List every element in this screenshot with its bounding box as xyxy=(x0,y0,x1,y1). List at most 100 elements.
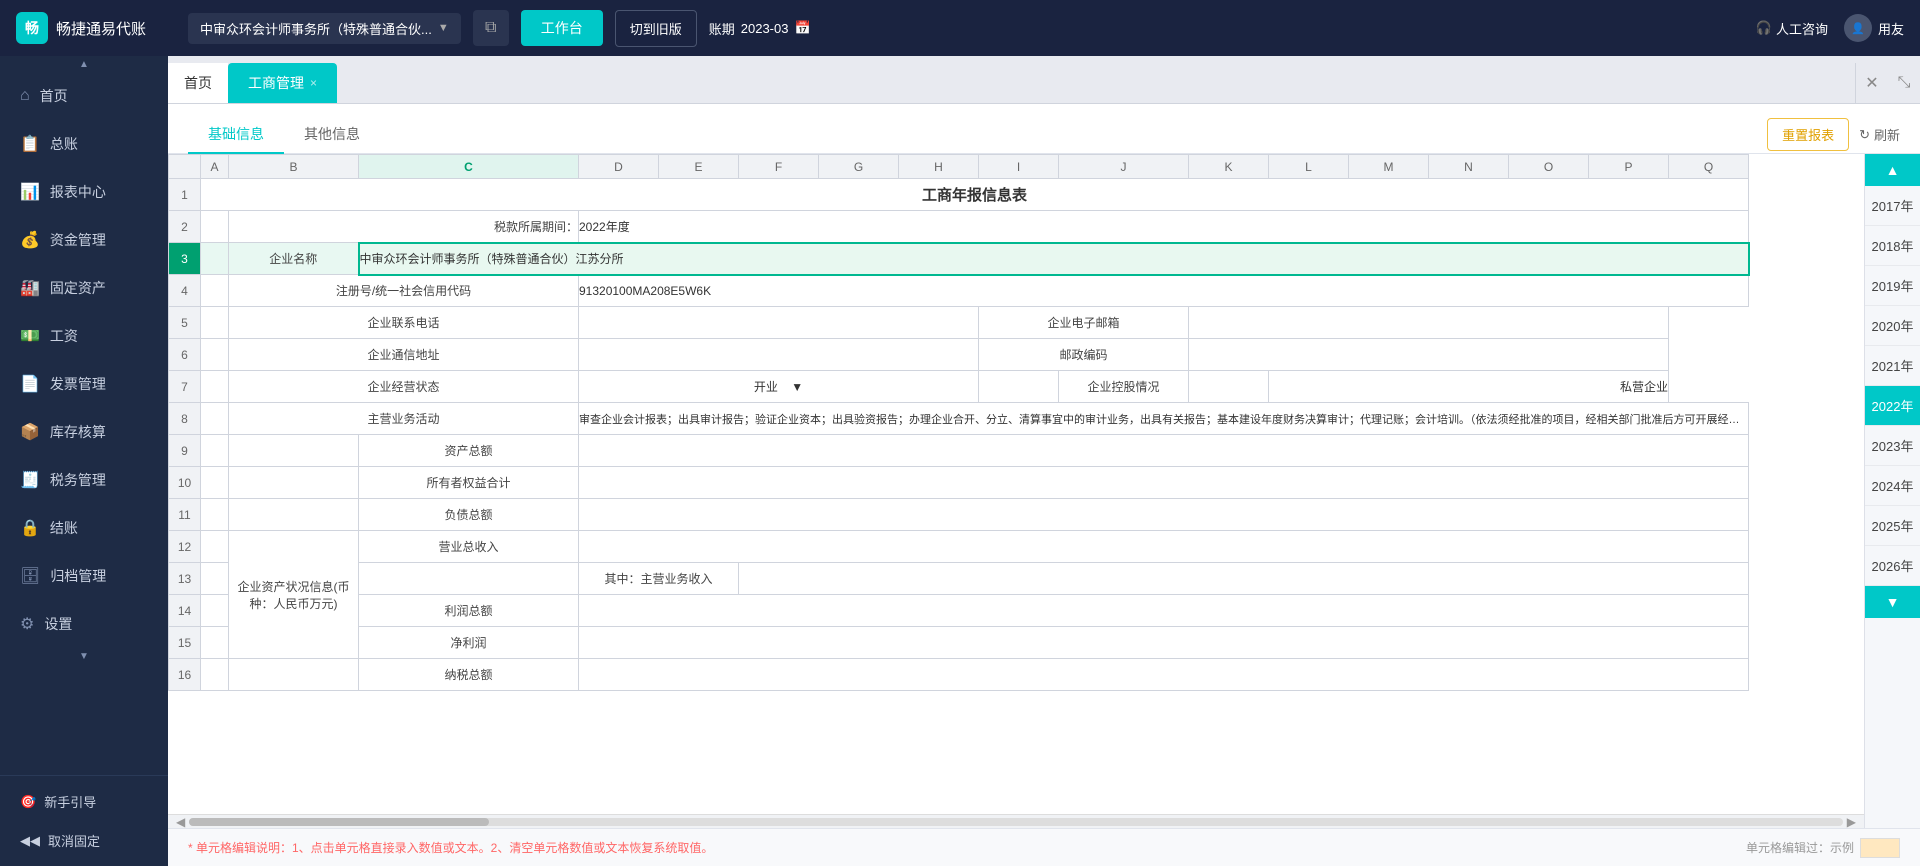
year-scroll-up-button[interactable]: ▲ xyxy=(1865,154,1920,186)
cell-7-c[interactable]: 开业 ▼ xyxy=(579,371,979,403)
cell-2-a[interactable] xyxy=(201,211,229,243)
sidebar-item-unpin[interactable]: ◀◀ 取消固定 xyxy=(20,825,148,856)
tab-gongshang[interactable]: 工商管理 × xyxy=(228,63,337,103)
cell-5-a[interactable] xyxy=(201,307,229,339)
scroll-left-icon[interactable]: ◀ xyxy=(172,815,189,829)
col-header-c[interactable]: C xyxy=(359,155,579,179)
cell-8-c[interactable]: 审查企业会计报表；出具审计报告；验证企业资本；出具验资报告；办理企业合开、分立、… xyxy=(579,403,1749,435)
avatar: 👤 xyxy=(1844,14,1872,42)
cell-14-d[interactable] xyxy=(579,595,1749,627)
cell-14-a[interactable] xyxy=(201,595,229,627)
refresh-button[interactable]: ↻ 刷新 xyxy=(1859,125,1900,144)
cell-7-l[interactable]: 私营企业 xyxy=(1269,371,1669,403)
company-selector[interactable]: 中审众环会计师事务所（特殊普通合伙... ▼ xyxy=(188,13,461,44)
year-item-2024[interactable]: 2024年 xyxy=(1865,466,1920,506)
sidebar-item-inventory[interactable]: 📦 库存核算 xyxy=(0,408,168,456)
cell-2-c[interactable]: 2022年度 xyxy=(579,211,1749,243)
cell-12-b: 企业资产状况信息(币种：人民币万元) xyxy=(229,531,359,659)
tab-home[interactable]: 首页 xyxy=(168,63,228,103)
cell-9-b xyxy=(229,435,359,467)
cell-13-a[interactable] xyxy=(201,563,229,595)
sidebar-item-finance[interactable]: 💰 资金管理 xyxy=(0,216,168,264)
service-button[interactable]: 🎧 人工咨询 xyxy=(1756,19,1828,38)
topbar-right: 🎧 人工咨询 👤 用友 xyxy=(1756,14,1904,42)
cell-12-a[interactable] xyxy=(201,531,229,563)
sidebar-item-report[interactable]: 📊 报表中心 xyxy=(0,168,168,216)
cell-15-d[interactable] xyxy=(579,627,1749,659)
cell-11-d[interactable] xyxy=(579,499,1749,531)
cell-5-c[interactable] xyxy=(579,307,979,339)
horizontal-scrollbar[interactable]: ◀ ▶ xyxy=(168,814,1864,828)
scroll-track[interactable] xyxy=(189,818,1843,826)
cell-1-title[interactable]: 工商年报信息表 xyxy=(201,179,1749,211)
cell-12-d[interactable] xyxy=(579,531,1749,563)
col-header-e: E xyxy=(659,155,739,179)
sidebar-item-archive[interactable]: 🗄 归档管理 xyxy=(0,552,168,600)
cell-16-a[interactable] xyxy=(201,659,229,691)
cell-7-a[interactable] xyxy=(201,371,229,403)
year-item-2026[interactable]: 2026年 xyxy=(1865,546,1920,586)
col-header-l: L xyxy=(1269,155,1349,179)
sidebar-item-assets[interactable]: 🏭 固定资产 xyxy=(0,264,168,312)
table-row: 10 所有者权益合计 xyxy=(169,467,1829,499)
window-close-button[interactable]: ✕ xyxy=(1856,67,1888,99)
cell-4-a[interactable] xyxy=(201,275,229,307)
tab-basic-info[interactable]: 基础信息 xyxy=(188,116,284,154)
tab-other-info[interactable]: 其他信息 xyxy=(284,116,380,154)
window-expand-button[interactable]: ⤡ xyxy=(1888,67,1920,99)
year-item-2017[interactable]: 2017年 xyxy=(1865,186,1920,226)
sidebar-item-settings[interactable]: ⚙ 设置 xyxy=(0,600,168,648)
cell-5-k[interactable] xyxy=(1189,307,1669,339)
sidebar-item-salary[interactable]: 💵 工资 xyxy=(0,312,168,360)
tab-close-icon[interactable]: × xyxy=(310,76,317,90)
cell-8-a[interactable] xyxy=(201,403,229,435)
cell-16-d[interactable] xyxy=(579,659,1749,691)
sidebar-item-guide[interactable]: 🎯 新手引导 xyxy=(20,786,148,817)
year-item-2025[interactable]: 2025年 xyxy=(1865,506,1920,546)
calendar-icon[interactable]: 📅 xyxy=(794,20,810,36)
unpin-icon: ◀◀ xyxy=(20,833,40,849)
cell-3-a[interactable] xyxy=(201,243,229,275)
sidebar-scroll: ▲ ⌂ 首页 📋 总账 📊 报表中心 💰 资金管理 🏭 固定资产 xyxy=(0,56,168,775)
spreadsheet-main[interactable]: A B C D E F G H I J xyxy=(168,154,1864,814)
year-item-2019[interactable]: 2019年 xyxy=(1865,266,1920,306)
cell-13-f[interactable] xyxy=(739,563,1749,595)
chevron-down-icon: ▼ xyxy=(1886,594,1900,610)
topbar: 畅 畅捷通易代账 中审众环会计师事务所（特殊普通合伙... ▼ ⧉ 工作台 切到… xyxy=(0,0,1920,56)
sidebar-scroll-up-icon[interactable]: ▲ xyxy=(79,59,89,70)
year-item-2018[interactable]: 2018年 xyxy=(1865,226,1920,266)
cell-6-a[interactable] xyxy=(201,339,229,371)
cell-11-a[interactable] xyxy=(201,499,229,531)
cell-9-a[interactable] xyxy=(201,435,229,467)
sidebar-item-invoice[interactable]: 📄 发票管理 xyxy=(0,360,168,408)
row-num-12: 12 xyxy=(169,531,201,563)
status-bar: * 单元格编辑说明：1、点击单元格直接录入数值或文本。2、清空单元格数值或文本恢… xyxy=(168,828,1920,866)
sidebar-item-home[interactable]: ⌂ 首页 xyxy=(0,72,168,120)
reset-report-button[interactable]: 重置报表 xyxy=(1767,118,1849,151)
scroll-thumb[interactable] xyxy=(189,818,489,826)
user-area[interactable]: 👤 用友 xyxy=(1844,14,1904,42)
old-version-button[interactable]: 切到旧版 xyxy=(615,10,697,47)
cell-3-c[interactable]: 中审众环会计师事务所（特殊普通合伙）江苏分所 xyxy=(359,243,1749,275)
sidebar-item-ledger[interactable]: 📋 总账 xyxy=(0,120,168,168)
scroll-right-icon[interactable]: ▶ xyxy=(1843,815,1860,829)
cell-15-a[interactable] xyxy=(201,627,229,659)
cell-4-c[interactable]: 91320100MA208E5W6K xyxy=(579,275,1749,307)
year-item-2020[interactable]: 2020年 xyxy=(1865,306,1920,346)
sidebar-item-tax[interactable]: 🧾 税务管理 xyxy=(0,456,168,504)
period-label: 账期 xyxy=(709,19,735,38)
cell-6-c[interactable] xyxy=(579,339,979,371)
cell-6-k[interactable] xyxy=(1189,339,1669,371)
year-item-2021[interactable]: 2021年 xyxy=(1865,346,1920,386)
year-item-2023[interactable]: 2023年 xyxy=(1865,426,1920,466)
sidebar-item-close[interactable]: 🔒 结账 xyxy=(0,504,168,552)
cell-10-d[interactable] xyxy=(579,467,1749,499)
copy-button[interactable]: ⧉ xyxy=(473,10,509,46)
workbench-button[interactable]: 工作台 xyxy=(521,10,603,46)
cell-7-k[interactable] xyxy=(1189,371,1269,403)
year-scroll-down-button[interactable]: ▼ xyxy=(1865,586,1920,618)
year-item-2022[interactable]: 2022年 xyxy=(1865,386,1920,426)
cell-9-d[interactable] xyxy=(579,435,1749,467)
sidebar-scroll-down-icon[interactable]: ▼ xyxy=(79,651,89,662)
cell-10-a[interactable] xyxy=(201,467,229,499)
